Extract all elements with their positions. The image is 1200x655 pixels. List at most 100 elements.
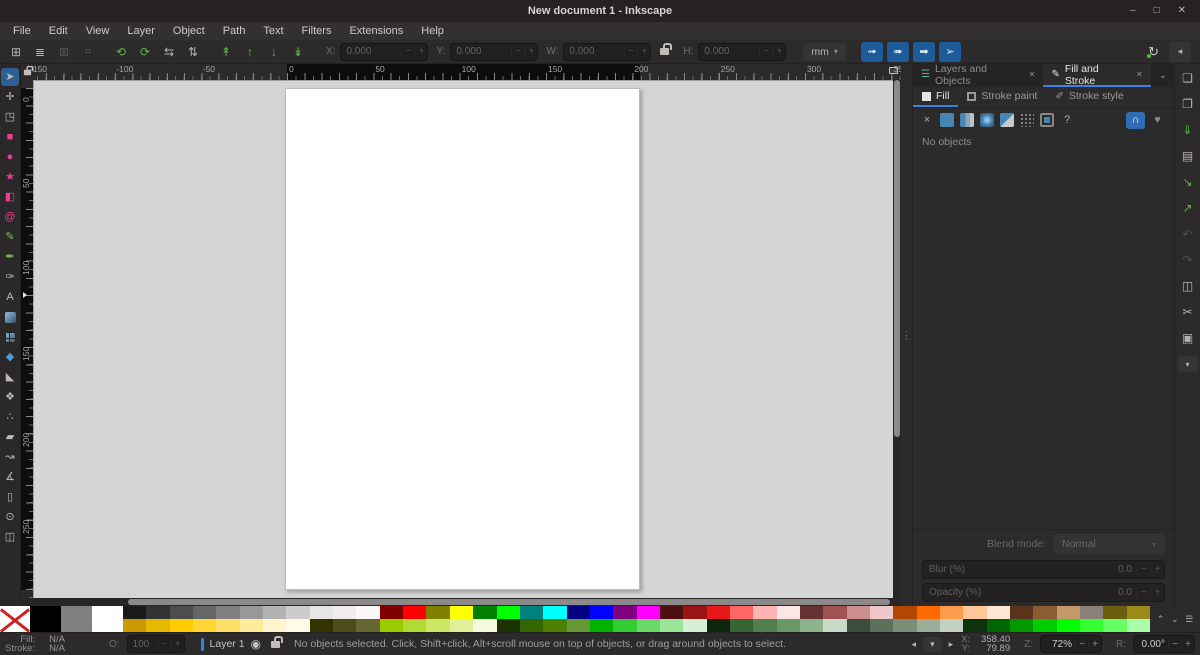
palette-swatch[interactable] xyxy=(589,606,614,619)
tool-spiral[interactable]: @ xyxy=(1,208,19,226)
subtab-fill[interactable]: Fill xyxy=(913,87,959,107)
palette-swatch[interactable] xyxy=(496,619,520,632)
scale-stroke-width-toggle[interactable]: ➟ xyxy=(860,41,883,62)
fill-rule-evenodd-button[interactable]: ∩ xyxy=(1126,111,1145,129)
commandbar-menu-button[interactable]: ▾ xyxy=(1177,356,1198,372)
palette-swatch[interactable] xyxy=(1033,606,1057,619)
palette-swatch[interactable] xyxy=(566,619,590,632)
palette-swatch[interactable] xyxy=(613,619,637,632)
close-tab-icon[interactable]: ✕ xyxy=(1027,70,1036,79)
palette-swatch[interactable] xyxy=(239,606,264,619)
tool-pen[interactable]: ✒ xyxy=(1,248,19,266)
palette-swatch[interactable] xyxy=(636,606,660,619)
palette-swatch[interactable] xyxy=(636,619,660,632)
palette-swatch[interactable] xyxy=(940,606,964,619)
scale-rect-corners-toggle[interactable]: ➠ xyxy=(886,41,909,62)
palette-swatch[interactable] xyxy=(1033,619,1057,632)
zoom-increment[interactable]: + xyxy=(1088,638,1101,650)
palette-swatch[interactable] xyxy=(123,606,147,619)
rotation-field[interactable]: 0.00° − + xyxy=(1133,635,1195,653)
tool-symbols[interactable]: ◫ xyxy=(1,528,19,546)
palette-swatch[interactable] xyxy=(986,606,1011,619)
horizontal-scrollbar[interactable] xyxy=(21,598,901,606)
palette-swatch[interactable] xyxy=(963,606,987,619)
palette-swatch[interactable] xyxy=(426,606,450,619)
palette-swatch[interactable] xyxy=(613,606,637,619)
palette-swatch[interactable] xyxy=(379,606,404,619)
menu-help[interactable]: Help xyxy=(412,24,453,38)
print-button[interactable]: ▤ xyxy=(1179,148,1197,164)
no-paint-button[interactable]: × xyxy=(920,113,934,127)
snap-collapse-button[interactable]: ◂ xyxy=(1169,41,1191,62)
select-all-in-all-layers-button[interactable]: ≣ xyxy=(29,42,51,62)
swatch-button[interactable] xyxy=(1040,113,1054,127)
select-all-button[interactable]: ⊞ xyxy=(5,42,27,62)
palette-swatch[interactable] xyxy=(263,606,287,619)
zoom-decrement[interactable]: − xyxy=(1075,638,1088,650)
duplicate-button[interactable]: ◫ xyxy=(1179,278,1197,294)
palette-swatch[interactable] xyxy=(1010,619,1034,632)
palette-swatch[interactable] xyxy=(356,606,380,619)
flip-vertical-button[interactable]: ⇅ xyxy=(182,42,204,62)
tool-connector[interactable]: ↝ xyxy=(1,448,19,466)
palette-swatch[interactable] xyxy=(1103,619,1127,632)
tab-fill-and-stroke[interactable]: ✎ Fill and Stroke ✕ xyxy=(1043,63,1151,87)
horizontal-ruler[interactable]: -150 -100 -50 0 50 100 150 200 250 300 350 xyxy=(21,64,901,80)
blur-increment[interactable]: + xyxy=(1150,564,1164,575)
paste-button[interactable]: ▣ xyxy=(1179,330,1197,346)
palette-swatch[interactable] xyxy=(169,606,194,619)
object-opacity-increment[interactable]: + xyxy=(170,638,184,650)
layer-indicator[interactable]: Layer 1 ◉ xyxy=(200,635,284,651)
palette-swatch-none[interactable] xyxy=(0,606,30,632)
y-field[interactable]: 0.000 − + xyxy=(450,42,539,61)
palette-swatch[interactable] xyxy=(1056,619,1081,632)
tab-layers-and-objects[interactable]: ☰ Layers and Objects ✕ xyxy=(913,63,1043,87)
palette-swatch[interactable] xyxy=(1126,606,1150,619)
palette-swatch[interactable] xyxy=(519,606,544,619)
tool-gradient[interactable] xyxy=(1,308,19,326)
palette-swatch[interactable] xyxy=(683,606,707,619)
palette-swatch[interactable] xyxy=(706,606,730,619)
move-gradients-toggle[interactable]: ➡ xyxy=(912,41,935,62)
palette-swatch[interactable] xyxy=(543,619,567,632)
menu-file[interactable]: File xyxy=(4,24,40,38)
snap-toggle-icon[interactable]: ↻ xyxy=(1147,44,1159,60)
blur-slider[interactable]: Blur (%) 0.0 − + xyxy=(922,560,1165,579)
menu-text[interactable]: Text xyxy=(254,24,292,38)
tool-tweak[interactable]: ❖ xyxy=(1,388,19,406)
palette-swatch[interactable] xyxy=(193,606,217,619)
palette-swatch[interactable] xyxy=(659,606,684,619)
palette-swatch[interactable] xyxy=(729,619,754,632)
tool-pages[interactable]: ▯ xyxy=(1,488,19,506)
pattern-button[interactable] xyxy=(1000,113,1014,127)
palette-swatch[interactable] xyxy=(123,619,147,632)
palette-swatch[interactable] xyxy=(823,619,847,632)
palette-swatch[interactable] xyxy=(799,606,824,619)
palette-swatch[interactable] xyxy=(776,619,800,632)
vertical-scrollbar[interactable] xyxy=(893,80,901,598)
opacity-increment[interactable]: + xyxy=(1150,587,1164,598)
open-document-button[interactable]: ❐ xyxy=(1179,96,1197,112)
layer-visibility-icon[interactable]: ◉ xyxy=(251,637,261,651)
save-document-button[interactable]: ⇓ xyxy=(1179,122,1197,138)
menu-view[interactable]: View xyxy=(77,24,119,38)
radial-gradient-button[interactable] xyxy=(980,113,994,127)
palette-swatch[interactable] xyxy=(239,619,264,632)
palette-swatch[interactable] xyxy=(1080,606,1104,619)
palette-swatch[interactable] xyxy=(1056,606,1081,619)
close-tab-icon[interactable]: ✕ xyxy=(1134,70,1143,79)
palette-swatch[interactable] xyxy=(893,619,917,632)
w-field[interactable]: 0.000 − + xyxy=(563,42,652,61)
palette-swatch[interactable] xyxy=(543,606,567,619)
palette-swatch[interactable] xyxy=(496,606,520,619)
palette-swatch[interactable] xyxy=(61,606,92,632)
palette-swatch[interactable] xyxy=(333,619,357,632)
tool-rectangle[interactable]: ■ xyxy=(1,128,19,146)
palette-swatch[interactable] xyxy=(263,619,287,632)
palette-swatch[interactable] xyxy=(799,619,824,632)
lower-button[interactable]: ↓ xyxy=(263,42,285,62)
palette-swatch[interactable] xyxy=(683,619,707,632)
tool-spray[interactable]: ∴ xyxy=(1,408,19,426)
tool-mesh-gradient[interactable] xyxy=(1,328,19,346)
palette-swatch[interactable] xyxy=(216,606,240,619)
